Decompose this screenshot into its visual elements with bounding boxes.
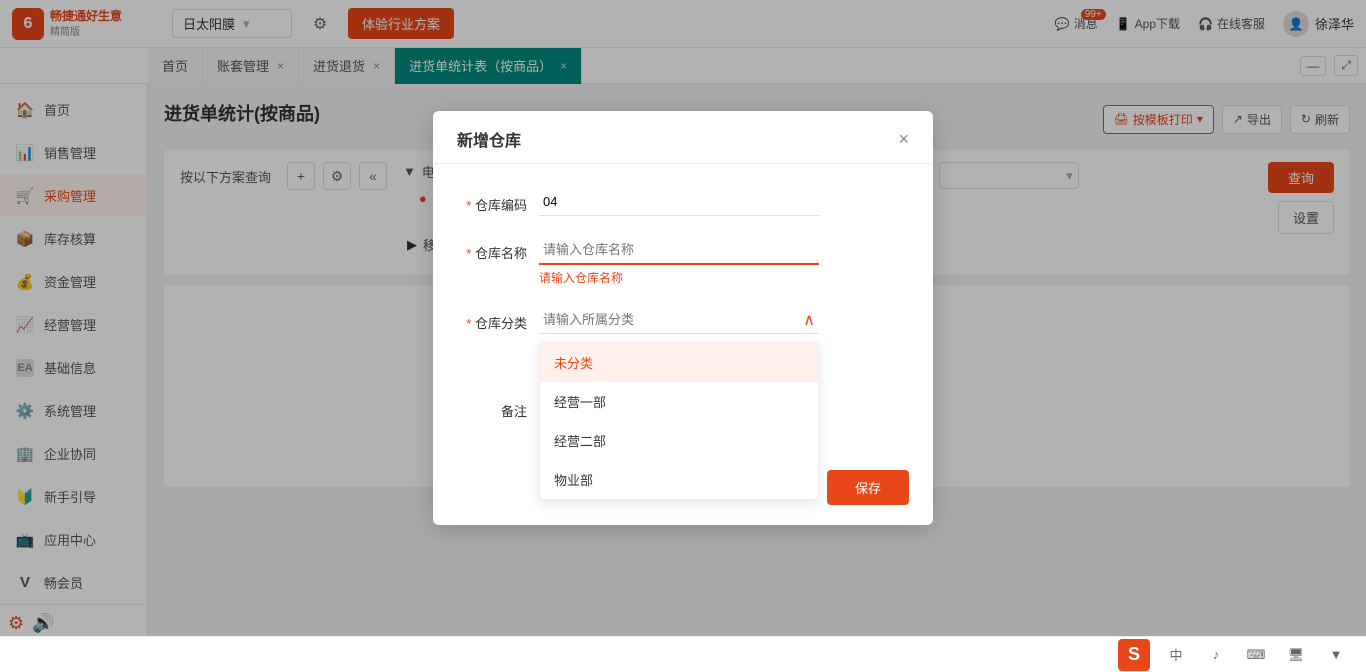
footer-monitor-icon[interactable]: 🖥 — [1282, 641, 1310, 669]
category-label: * 仓库分类 — [457, 306, 527, 332]
category-select-wrapper: ∧ 未分类 经营一部 经营二部 物业部 — [539, 306, 819, 334]
save-button[interactable]: 保存 — [827, 470, 909, 505]
category-label-text: 仓库分类 — [475, 316, 527, 331]
modal-title: 新增仓库 — [457, 127, 521, 151]
dropdown-item-ops2[interactable]: 经营二部 — [540, 421, 818, 460]
category-dropdown: 未分类 经营一部 经营二部 物业部 — [539, 342, 819, 500]
code-field: * 仓库编码 — [457, 188, 909, 216]
bottom-footer: S 中 ♪ ⌨ 🖥 ▼ — [0, 636, 1366, 672]
footer-keyboard-icon[interactable]: ⌨ — [1242, 641, 1270, 669]
modal-header: 新增仓库 × — [433, 111, 933, 164]
warehouse-code-input[interactable] — [539, 188, 819, 216]
name-label: * 仓库名称 — [457, 236, 527, 262]
modal-body: * 仓库编码 * 仓库名称 请输入仓库名称 * 仓库分类 — [433, 164, 933, 458]
footer-arrow-icon[interactable]: ▼ — [1322, 641, 1350, 669]
name-label-text: 仓库名称 — [475, 246, 527, 261]
s-brand-logo: S — [1118, 639, 1150, 671]
notes-modal-label: 备注 — [457, 394, 527, 420]
add-warehouse-modal: 新增仓库 × * 仓库编码 * 仓库名称 请输入仓库名称 — [433, 111, 933, 525]
dropdown-item-property[interactable]: 物业部 — [540, 460, 818, 499]
category-input[interactable] — [539, 306, 819, 334]
code-label-text: 仓库编码 — [475, 198, 527, 213]
category-field: * 仓库分类 ∧ 未分类 经营一部 经营二部 物业部 — [457, 306, 909, 334]
name-field: * 仓库名称 请输入仓库名称 — [457, 236, 909, 286]
modal-close-button[interactable]: × — [898, 129, 909, 150]
code-label: * 仓库编码 — [457, 188, 527, 214]
dropdown-item-uncategorized[interactable]: 未分类 — [540, 343, 818, 382]
warehouse-name-input[interactable] — [539, 236, 819, 265]
name-error-message: 请输入仓库名称 — [539, 269, 909, 286]
dropdown-item-ops1[interactable]: 经营一部 — [540, 382, 818, 421]
footer-music-icon[interactable]: ♪ — [1202, 641, 1230, 669]
footer-chinese-icon[interactable]: 中 — [1162, 641, 1190, 669]
